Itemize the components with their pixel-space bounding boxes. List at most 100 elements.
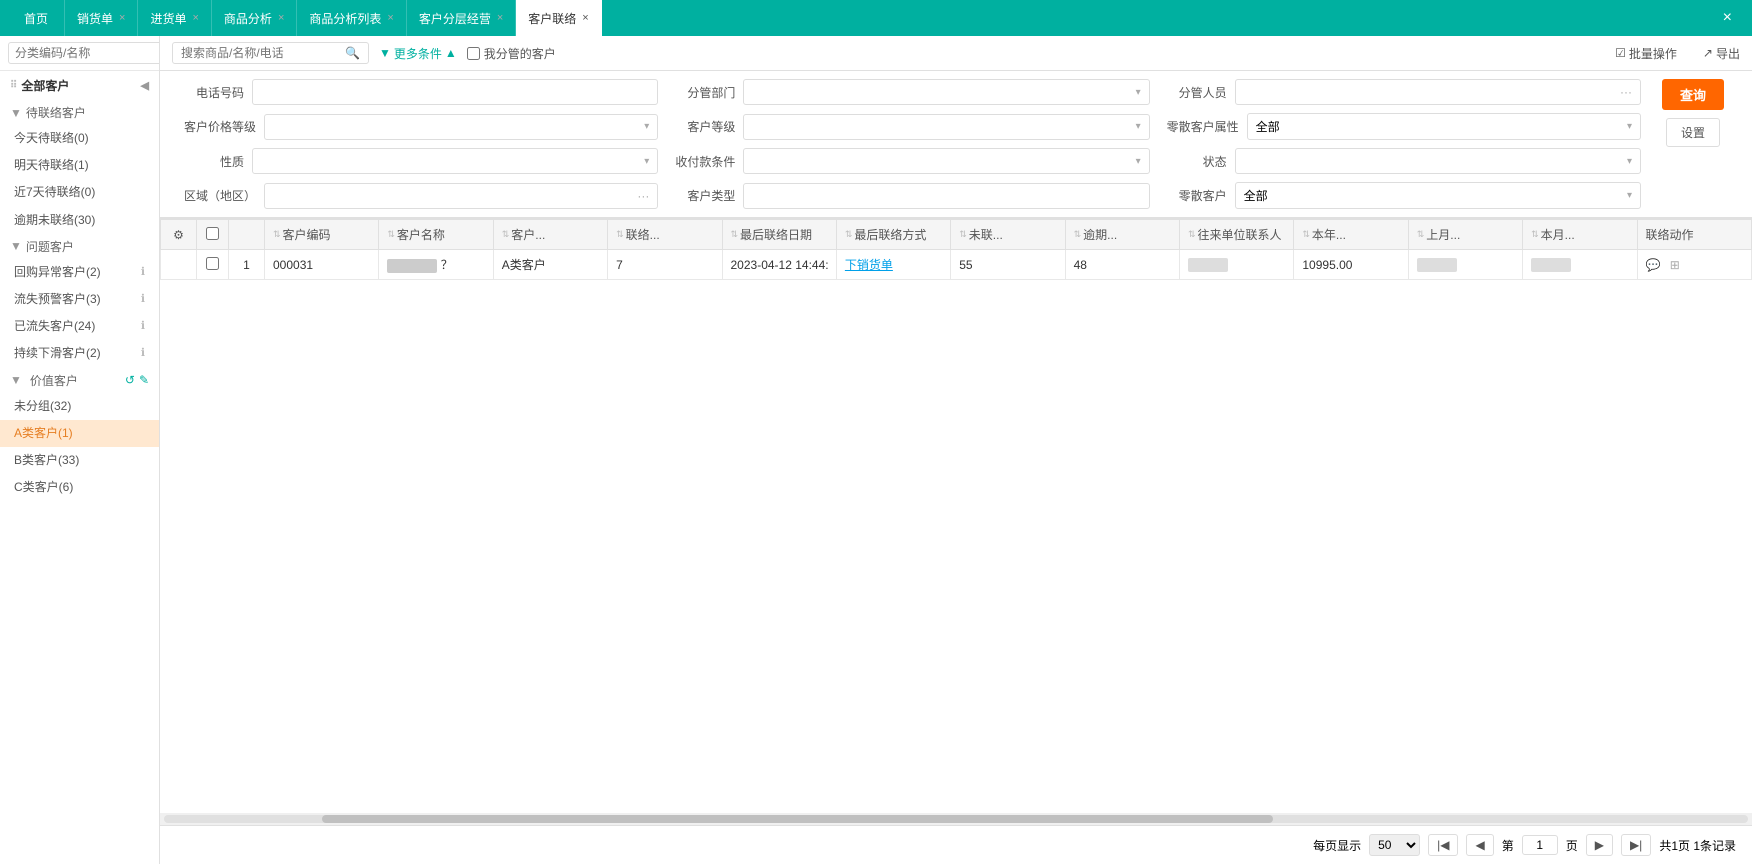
next-page-button[interactable]: ▶ <box>1586 834 1613 856</box>
row-index: 1 <box>229 250 265 280</box>
customer-tier-select[interactable]: ▾ <box>743 114 1149 140</box>
th-cat: ⇅ 客户... <box>493 220 607 250</box>
prev-page-button[interactable]: ◀ <box>1466 834 1493 856</box>
info-icon: ℹ <box>141 345 145 363</box>
sort-icon: ⇅ <box>845 229 853 240</box>
filter-dept: 分管部门 ▾ <box>667 79 1158 105</box>
action-icon-2[interactable]: ⊞ <box>1670 258 1680 272</box>
per-page-select[interactable]: 50 100 200 <box>1369 834 1420 856</box>
customer-type-input[interactable] <box>743 183 1149 209</box>
close-icon[interactable]: × <box>278 12 284 24</box>
price-tier-select[interactable]: ▾ <box>264 114 658 140</box>
row-cat: A类客户 <box>493 250 607 280</box>
row-checkbox[interactable] <box>206 257 219 270</box>
sidebar-item-lost[interactable]: 已流失客户(24) ℹ <box>0 313 159 340</box>
tab-home[interactable]: 首页 <box>8 0 65 36</box>
first-page-button[interactable]: |◀ <box>1428 834 1458 856</box>
nature-label: 性质 <box>184 153 244 170</box>
tab-purchase[interactable]: 进货单 × <box>138 0 211 36</box>
filter-status: 状态 ▾ <box>1159 148 1650 174</box>
scrollbar-thumb[interactable] <box>322 815 1272 823</box>
sidebar-section-pending[interactable]: ▼ 待联络客户 <box>0 100 159 125</box>
sidebar-item-lostwarning[interactable]: 流失预警客户(3) ℹ <box>0 286 159 313</box>
query-button[interactable]: 查询 <box>1662 79 1724 110</box>
sort-icon: ⇅ <box>731 229 739 240</box>
close-icon[interactable]: × <box>387 12 393 24</box>
th-this-month: ⇅ 本月... <box>1523 220 1637 250</box>
row-gear <box>161 250 197 280</box>
sidebar-item-tomorrow[interactable]: 明天待联络(1) <box>0 152 159 179</box>
horizontal-scrollbar[interactable] <box>160 813 1752 825</box>
sidebar-search-input[interactable] <box>8 42 160 64</box>
sidebar-item-class-b[interactable]: B类客户(33) <box>0 447 159 474</box>
pagination-summary: 共1页 1条记录 <box>1659 837 1736 854</box>
close-icon[interactable]: × <box>192 12 198 24</box>
sidebar-item-overdue[interactable]: 逾期未联络(30) <box>0 207 159 234</box>
tab-analysis-list[interactable]: 商品分析列表 × <box>297 0 406 36</box>
main-search-input[interactable] <box>181 46 341 60</box>
sidebar-section-value[interactable]: ▼ 价值客户 ↺ ✎ <box>0 368 159 393</box>
tab-customer-contact[interactable]: 客户联络 × <box>516 0 601 36</box>
last-page-button[interactable]: ▶| <box>1621 834 1651 856</box>
retail-customer-select[interactable]: 全部 ▾ <box>1235 182 1641 209</box>
region-input[interactable]: ··· <box>264 183 658 209</box>
more-filters-button[interactable]: ▼ 更多条件 ▲ <box>379 45 457 62</box>
th-action: 联络动作 <box>1637 220 1752 250</box>
refresh-icon[interactable]: ↺ <box>125 373 135 387</box>
th-last-method: ⇅ 最后联络方式 <box>836 220 950 250</box>
tab-analysis-label: 商品分析 <box>224 10 272 27</box>
sidebar-item-class-c[interactable]: C类客户(6) <box>0 474 159 501</box>
sidebar-item-declining[interactable]: 持续下滑客户(2) ℹ <box>0 340 159 367</box>
page-input[interactable] <box>1522 835 1558 855</box>
close-icon[interactable]: × <box>582 12 588 24</box>
last-method-link[interactable]: 下销货单 <box>845 258 893 272</box>
sidebar-all-customers[interactable]: ⠿ 全部客户 ◀ <box>0 71 159 100</box>
sort-icon: ⇅ <box>1074 229 1082 240</box>
sort-icon: ⇅ <box>959 229 967 240</box>
sidebar-item-class-a[interactable]: A类客户(1) <box>0 420 159 447</box>
payment-label: 收付款条件 <box>675 153 735 170</box>
retail-attr-select[interactable]: 全部 ▾ <box>1247 113 1641 140</box>
dept-select[interactable]: ▾ <box>743 79 1149 105</box>
tab-sales[interactable]: 销货单 × <box>65 0 138 36</box>
sidebar-section-problem[interactable]: ▼ 问题客户 <box>0 234 159 259</box>
tab-purchase-label: 进货单 <box>150 10 186 27</box>
sidebar-item-today[interactable]: 今天待联络(0) <box>0 125 159 152</box>
this-month-blur <box>1531 258 1571 272</box>
th-gear[interactable]: ⚙ <box>161 220 197 250</box>
close-icon[interactable]: × <box>497 12 503 24</box>
edit-icon[interactable]: ✎ <box>139 373 149 387</box>
manager-input[interactable]: ··· <box>1235 79 1641 105</box>
export-button[interactable]: ↗ 导出 <box>1703 45 1740 62</box>
filter-retail-customer: 零散客户 全部 ▾ <box>1159 182 1650 209</box>
page-label: 第 <box>1502 837 1514 854</box>
window-close-button[interactable]: × <box>1711 9 1744 27</box>
row-this-month <box>1523 250 1637 280</box>
sidebar-group-label: 全部客户 <box>21 77 69 94</box>
main-layout: 🔍 ⠿ 全部客户 ◀ ▼ 待联络客户 今天待联络(0) 明天待联络(1) 近7天… <box>0 36 1752 864</box>
batch-operation-button[interactable]: ☑ 批量操作 <box>1615 45 1677 62</box>
tab-customer-tier[interactable]: 客户分层经营 × <box>407 0 516 36</box>
payment-select[interactable]: ▾ <box>743 148 1149 174</box>
data-table: ⚙ ⇅ 客户编码 ⇅ <box>160 219 1752 280</box>
batch-icon: ☑ <box>1615 46 1626 60</box>
phone-input[interactable] <box>252 79 658 105</box>
action-icon-1[interactable]: 💬 <box>1646 258 1661 272</box>
my-customers-checkbox[interactable] <box>467 47 480 60</box>
sidebar-item-7days[interactable]: 近7天待联络(0) <box>0 179 159 206</box>
close-icon[interactable]: × <box>119 12 125 24</box>
row-check <box>197 250 229 280</box>
nature-select[interactable]: ▾ <box>252 148 658 174</box>
chevron-down-icon: ▾ <box>1627 190 1632 201</box>
select-all-checkbox[interactable] <box>206 227 219 240</box>
status-select[interactable]: ▾ <box>1235 148 1641 174</box>
sidebar-item-ungroup[interactable]: 未分组(32) <box>0 393 159 420</box>
tab-analysis[interactable]: 商品分析 × <box>212 0 297 36</box>
sidebar-item-abnormal[interactable]: 回购异常客户(2) ℹ <box>0 259 159 286</box>
advanced-filters: 电话号码 分管部门 ▾ 分管人员 <box>160 71 1752 218</box>
th-code: ⇅ 客户编码 <box>265 220 379 250</box>
customer-type-label: 客户类型 <box>675 187 735 204</box>
setting-button[interactable]: 设置 <box>1666 118 1720 147</box>
search-icon[interactable]: 🔍 <box>345 46 360 60</box>
collapse-icon[interactable]: ◀ <box>141 79 149 92</box>
